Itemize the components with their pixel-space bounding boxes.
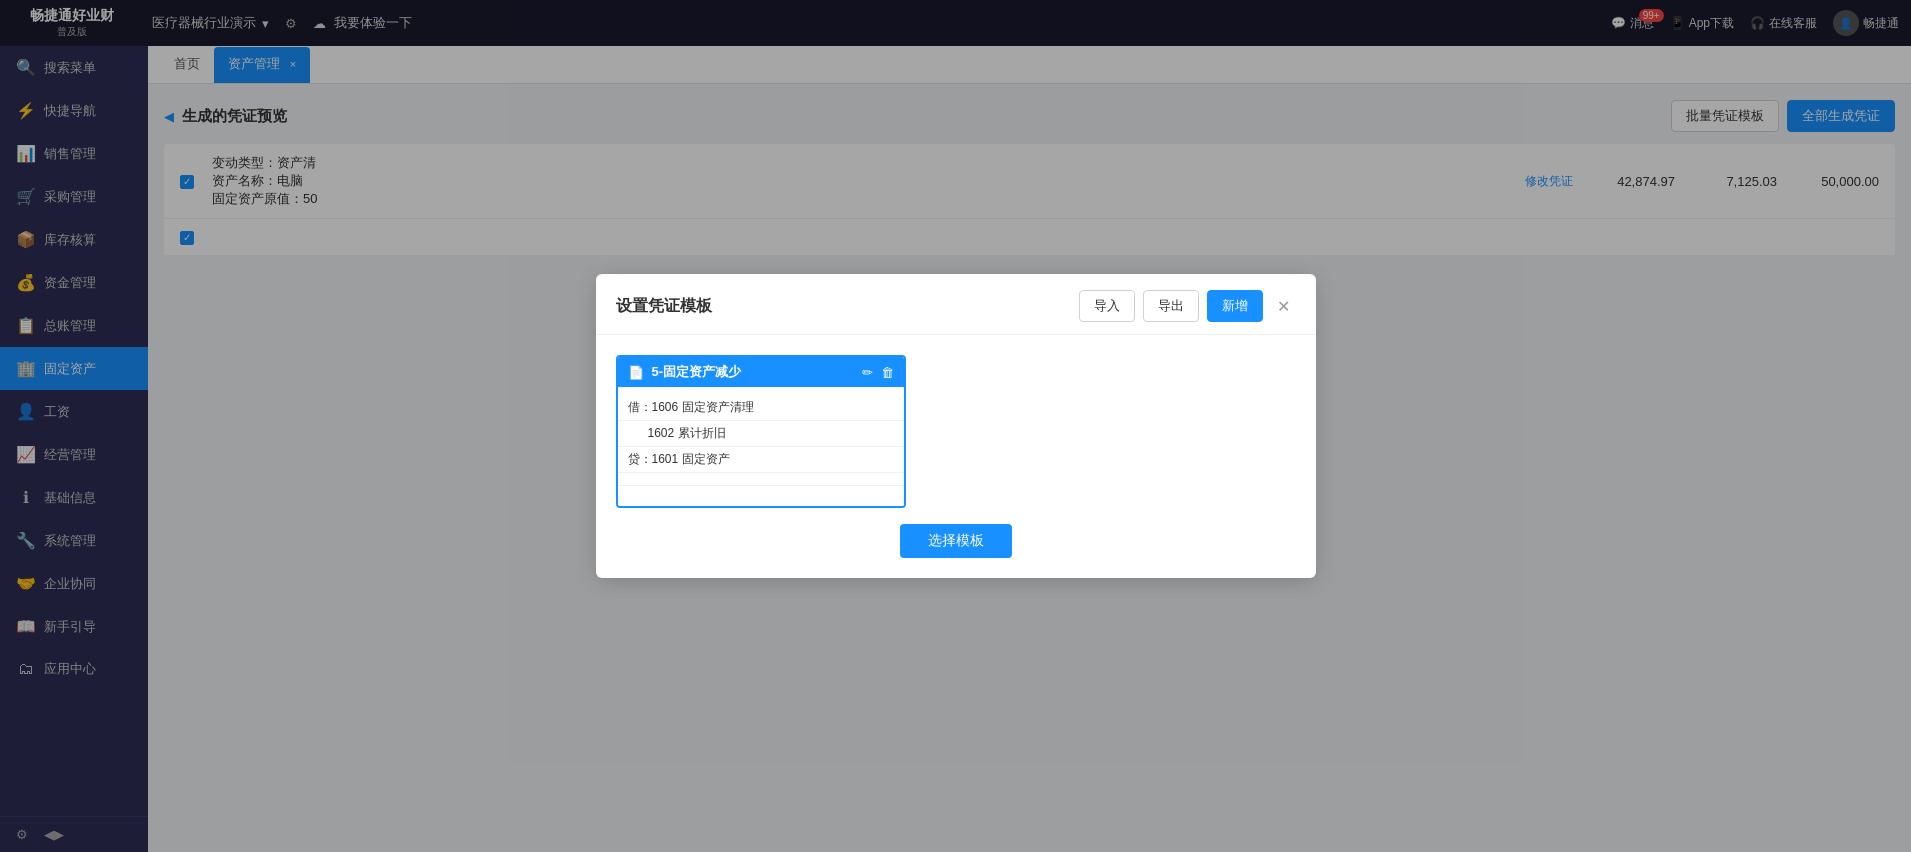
entry-5 (618, 486, 904, 498)
entry-2-debit (808, 425, 858, 442)
modal-header-actions: 导入 导出 新增 ✕ (1079, 290, 1296, 322)
modal-body: 📄 5-固定资产减少 ✏ 🗑 借：1606 固定资产清理 1602 累计折旧 (596, 335, 1316, 578)
card-edit-btn[interactable]: ✏ (862, 365, 873, 380)
modal-close-btn[interactable]: ✕ (1271, 295, 1296, 318)
modal-overlay: 设置凭证模板 导入 导出 新增 ✕ 📄 5-固定资产减少 ✏ 🗑 (0, 0, 1911, 852)
entry-4 (618, 473, 904, 486)
template-card-header: 📄 5-固定资产减少 ✏ 🗑 (618, 357, 904, 387)
entry-1-debit (808, 399, 858, 416)
template-card-body: 借：1606 固定资产清理 1602 累计折旧 贷：1601 固定资产 (618, 387, 904, 506)
import-btn[interactable]: 导入 (1079, 290, 1135, 322)
modal: 设置凭证模板 导入 导出 新增 ✕ 📄 5-固定资产减少 ✏ 🗑 (596, 274, 1316, 578)
entry-1: 借：1606 固定资产清理 (618, 395, 904, 421)
entry-3-account: 贷：1601 固定资产 (628, 451, 808, 468)
entry-2-credit (858, 425, 906, 442)
modal-header: 设置凭证模板 导入 导出 新增 ✕ (596, 274, 1316, 335)
export-btn[interactable]: 导出 (1143, 290, 1199, 322)
modal-title: 设置凭证模板 (616, 296, 712, 317)
entry-3-credit (858, 451, 906, 468)
card-title: 5-固定资产减少 (652, 363, 854, 381)
entry-3: 贷：1601 固定资产 (618, 447, 904, 473)
template-card: 📄 5-固定资产减少 ✏ 🗑 借：1606 固定资产清理 1602 累计折旧 (616, 355, 906, 508)
entry-1-credit (858, 399, 906, 416)
new-btn[interactable]: 新增 (1207, 290, 1263, 322)
card-actions: ✏ 🗑 (862, 365, 894, 380)
card-delete-btn[interactable]: 🗑 (881, 365, 894, 380)
select-template-btn[interactable]: 选择模板 (900, 524, 1012, 558)
card-doc-icon: 📄 (628, 365, 644, 380)
entry-3-debit (808, 451, 858, 468)
entry-2-account: 1602 累计折旧 (628, 425, 808, 442)
entry-1-account: 借：1606 固定资产清理 (628, 399, 808, 416)
entry-2: 1602 累计折旧 (618, 421, 904, 447)
